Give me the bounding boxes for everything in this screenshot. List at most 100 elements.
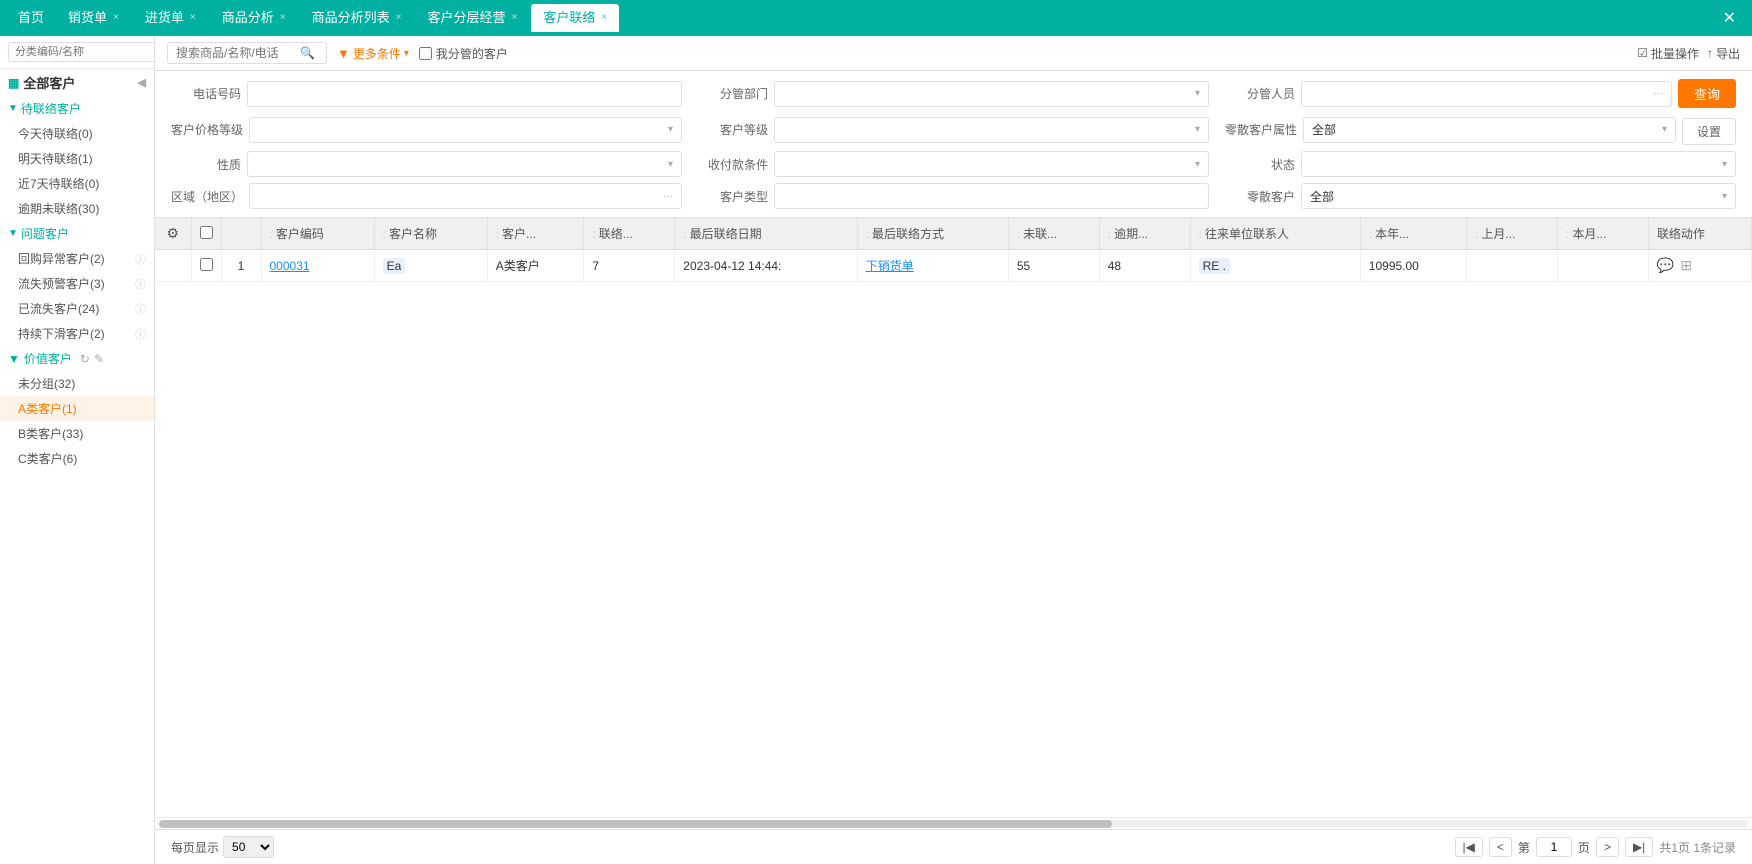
sidebar-item-7days[interactable]: 近7天待联络(0) [0, 171, 154, 196]
filter-region: 区域（地区） ··· [171, 183, 682, 209]
sidebar-collapse-icon[interactable]: ◀ [138, 76, 146, 89]
select-all-checkbox[interactable] [200, 226, 213, 239]
filter-label: 零散客户 [1225, 188, 1295, 205]
settings-button[interactable]: 设置 [1682, 118, 1736, 145]
filter-retail-select[interactable]: 全部 ▾ [1301, 183, 1736, 209]
search-icon[interactable]: 🔍 [300, 46, 315, 60]
filter-label: 分管部门 [698, 85, 768, 102]
scroll-track[interactable] [159, 820, 1748, 828]
filter-retail-attr-select[interactable]: 全部 ▾ [1303, 117, 1676, 143]
close-icon[interactable]: × [396, 4, 402, 32]
data-table: ⚙ :客户编码 :客户名称 :客户... :联络... :最后联络日期 :最后联… [155, 218, 1752, 282]
close-icon[interactable]: × [280, 4, 286, 32]
filter-dept: 分管部门 ▾ [698, 79, 1209, 108]
row-action-btns: 💬 ⊞ [1648, 250, 1751, 282]
first-page-btn[interactable]: |◀ [1455, 837, 1483, 857]
page-number-input[interactable] [1536, 837, 1572, 857]
filter-status-select[interactable]: ▾ [1301, 151, 1736, 177]
filter-label: 收付款条件 [698, 156, 768, 173]
sidebar-item-repurchase[interactable]: 回购异常客户(2) ⓘ [0, 246, 154, 271]
filter-label: 电话号码 [171, 85, 241, 102]
nav-home[interactable]: 首页 [8, 4, 54, 32]
query-button[interactable]: 查询 [1678, 79, 1736, 108]
sidebar-item-churned[interactable]: 已流失客户(24) ⓘ [0, 296, 154, 321]
close-icon[interactable]: × [511, 4, 517, 32]
filter-search-box: 🔍 [167, 42, 327, 64]
nav-tab-1[interactable]: 进货单 × [133, 4, 208, 32]
filter-price-grade-select[interactable]: ▾ [249, 117, 682, 143]
close-icon[interactable]: × [190, 4, 196, 32]
filter-phone-input[interactable] [247, 81, 682, 107]
filter-region-input[interactable]: ··· [249, 183, 682, 209]
sidebar-item-ungroup[interactable]: 未分组(32) [0, 371, 154, 396]
filter-payment-select[interactable]: ▾ [774, 151, 1209, 177]
filter-search-input[interactable] [176, 46, 296, 60]
row-code[interactable]: 000031 [261, 250, 374, 282]
sidebar-item-overdue[interactable]: 逾期未联络(30) [0, 196, 154, 221]
sidebar-search-area: 🔍 [0, 36, 154, 69]
sidebar-value-section[interactable]: ▼ 价值客户 ↻ ✎ [0, 346, 154, 371]
info-icon[interactable]: ⓘ [135, 251, 146, 267]
col-checkbox[interactable] [191, 218, 221, 250]
sidebar-all-customers[interactable]: ▦ 全部客户 ◀ [0, 69, 154, 96]
nav-tab-3[interactable]: 商品分析列表 × [300, 4, 414, 32]
filter-dept-select[interactable]: ▾ [774, 81, 1209, 107]
my-customers-check[interactable] [419, 47, 432, 60]
comment-icon[interactable]: 💬 [1657, 257, 1674, 274]
info-icon[interactable]: ⓘ [135, 326, 146, 342]
col-settings[interactable]: ⚙ [155, 218, 191, 250]
close-icon[interactable]: × [601, 4, 607, 32]
scroll-thumb[interactable] [159, 820, 1112, 828]
qr-icon[interactable]: ⊞ [1680, 257, 1692, 274]
more-conditions-btn[interactable]: ▼ 更多条件 ▾ [337, 45, 409, 62]
col-last-method: :最后联络方式 [857, 218, 1008, 250]
nav-tab-0[interactable]: 销货单 × [56, 4, 131, 32]
horizontal-scrollbar[interactable] [155, 817, 1752, 829]
export-btn[interactable]: ↑ 导出 [1707, 45, 1740, 62]
nav-tab-5[interactable]: 客户联络 × [531, 4, 619, 32]
edit-icon[interactable]: ✎ [94, 352, 104, 366]
batch-op-btn[interactable]: ☑ 批量操作 [1637, 45, 1699, 62]
info-icon[interactable]: ⓘ [135, 301, 146, 317]
filter-row-2: 客户价格等级 ▾ 客户等级 ▾ 零散客户属性 全部 [171, 114, 1736, 145]
filter-customer-grade-select[interactable]: ▾ [774, 117, 1209, 143]
sidebar-item-a-class[interactable]: A类客户(1) [0, 396, 154, 421]
filter-manager-input[interactable]: ··· [1301, 81, 1672, 107]
nav-tab-4[interactable]: 客户分层经营 × [415, 4, 529, 32]
sidebar-item-declining[interactable]: 持续下滑客户(2) ⓘ [0, 321, 154, 346]
prev-page-btn[interactable]: < [1489, 837, 1512, 857]
gear-icon[interactable]: ⚙ [166, 225, 179, 241]
filter-customer-type-input[interactable] [774, 183, 1209, 209]
row-this-year: 10995.00 [1360, 250, 1466, 282]
info-icon[interactable]: ⓘ [135, 276, 146, 292]
my-customers-checkbox[interactable]: 我分管的客户 [419, 45, 508, 62]
sidebar-item-tomorrow[interactable]: 明天待联络(1) [0, 146, 154, 171]
filter-label: 客户等级 [698, 121, 768, 138]
filter-row-3: 性质 ▾ 收付款条件 ▾ 状态 [171, 151, 1736, 177]
filter-nature-select[interactable]: ▾ [247, 151, 682, 177]
window-close-icon[interactable]: ✕ [1715, 8, 1744, 28]
sidebar-search-input[interactable] [8, 42, 155, 62]
sidebar-item-today[interactable]: 今天待联络(0) [0, 121, 154, 146]
last-page-btn[interactable]: ▶| [1625, 837, 1653, 857]
col-this-month: :本月... [1557, 218, 1648, 250]
next-page-btn[interactable]: > [1596, 837, 1619, 857]
sidebar-pending-section[interactable]: ▼ 待联络客户 [0, 96, 154, 121]
more-icon: ··· [1653, 88, 1663, 99]
sidebar-item-b-class[interactable]: B类客户(33) [0, 421, 154, 446]
chevron-down-icon: ▾ [1662, 124, 1667, 135]
main-layout: 🔍 ▦ 全部客户 ◀ ▼ 待联络客户 今天待联络(0) 明天待联络(1) 近7天… [0, 36, 1752, 864]
row-select-checkbox[interactable] [200, 258, 213, 271]
sidebar-item-c-class[interactable]: C类客户(6) [0, 446, 154, 471]
page-size-dropdown[interactable]: 50 100 200 [223, 836, 274, 858]
filter-row-1: 电话号码 分管部门 ▾ 分管人员 ··· [171, 79, 1736, 108]
content-area: 🔍 ▼ 更多条件 ▾ 我分管的客户 ☑ 批量操作 ↑ 导出 [155, 36, 1752, 864]
nav-tab-2[interactable]: 商品分析 × [210, 4, 298, 32]
col-name: :客户名称 [374, 218, 487, 250]
refresh-icon[interactable]: ↻ [80, 352, 90, 366]
row-checkbox[interactable] [191, 250, 221, 282]
sidebar-item-churn-warning[interactable]: 流失预警客户(3) ⓘ [0, 271, 154, 296]
sidebar-problem-section[interactable]: ▼ 问题客户 [0, 221, 154, 246]
filter-label: 性质 [171, 156, 241, 173]
close-icon[interactable]: × [113, 4, 119, 32]
